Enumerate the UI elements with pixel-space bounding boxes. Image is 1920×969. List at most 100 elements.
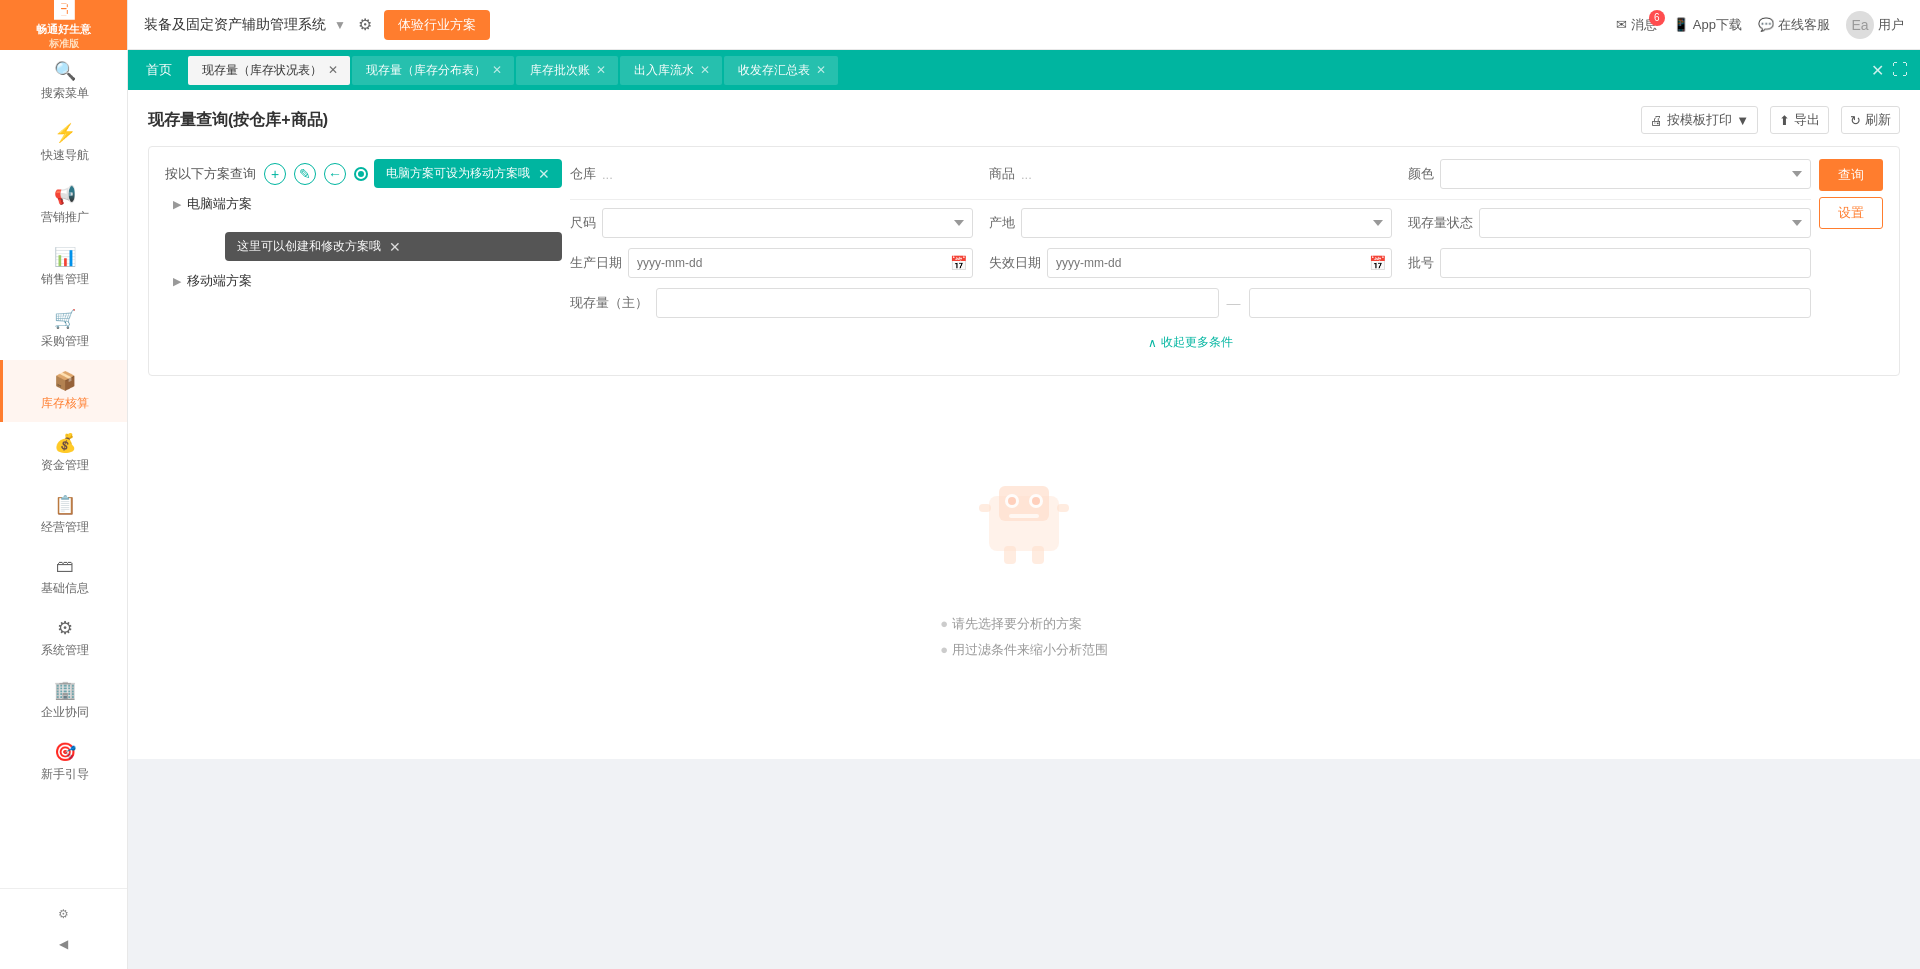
edit-schema-button[interactable]: ✎ <box>294 163 316 185</box>
svg-point-5 <box>1032 497 1040 505</box>
sidebar-item-tutorial[interactable]: 🎯 新手引导 <box>0 731 127 793</box>
tab-inventory-status-close[interactable]: ✕ <box>328 63 338 77</box>
sidebar-item-sales[interactable]: 📊 销售管理 <box>0 236 127 298</box>
goods-field: 商品 ... <box>989 159 1392 189</box>
online-support-label: 在线客服 <box>1778 16 1830 34</box>
size-select[interactable] <box>602 208 973 238</box>
user-item[interactable]: Ea 用户 <box>1846 11 1904 39</box>
mobile-schema-label: 移动端方案 <box>187 272 252 290</box>
marketing-icon: 📢 <box>54 184 76 206</box>
sidebar-item-label: 搜索菜单 <box>41 85 89 102</box>
sidebar-item-enterprise[interactable]: 🏢 企业协同 <box>0 669 127 731</box>
desktop-schema-node[interactable]: ▶ 电脑端方案 <box>173 192 562 216</box>
base-info-icon: 🗃 <box>56 556 74 577</box>
tab-inventory-status-label: 现存量（库存状况表） <box>202 62 322 79</box>
tooltip2-close-button[interactable]: ✕ <box>389 239 401 255</box>
add-schema-button[interactable]: + <box>264 163 286 185</box>
svg-rect-8 <box>1057 504 1069 512</box>
stock-main-to-input[interactable] <box>1249 288 1812 318</box>
tab-receive-summary[interactable]: 收发存汇总表 ✕ <box>724 56 838 85</box>
origin-field: 产地 <box>989 208 1392 238</box>
stock-main-label: 现存量（主） <box>570 294 648 312</box>
form-divider <box>570 199 1811 200</box>
sidebar-item-label: 库存核算 <box>41 395 89 412</box>
sidebar-item-operations[interactable]: 📋 经营管理 <box>0 484 127 546</box>
online-support-item[interactable]: 💬 在线客服 <box>1758 16 1830 34</box>
svg-rect-6 <box>1009 514 1039 518</box>
sidebar-settings[interactable]: ⚙ <box>0 899 127 929</box>
system-icon: ⚙ <box>57 617 73 639</box>
edit-icon: ✎ <box>299 166 311 182</box>
sidebar-item-marketing[interactable]: 📢 营销推广 <box>0 174 127 236</box>
page-actions: 🖨 按模板打印 ▼ ⬆ 导出 ↻ 刷新 <box>1641 106 1900 134</box>
tab-inout-flow-close[interactable]: ✕ <box>700 63 710 77</box>
tab-receive-summary-label: 收发存汇总表 <box>738 62 810 79</box>
tab-receive-summary-close[interactable]: ✕ <box>816 63 826 77</box>
tab-close-all-icon[interactable]: ✕ <box>1871 61 1884 80</box>
manufacture-date-calendar-icon[interactable]: 📅 <box>950 255 967 271</box>
sidebar: 🅱 畅通好生意 标准版 🔍 搜索菜单 ⚡ 快速导航 📢 营销推广 📊 销售管理 … <box>0 0 128 969</box>
tab-inventory-dist-close[interactable]: ✕ <box>492 63 502 77</box>
system-dropdown-arrow[interactable]: ▼ <box>334 18 346 32</box>
export-button[interactable]: ⬆ 导出 <box>1770 106 1829 134</box>
goods-label: 商品 <box>989 165 1015 183</box>
tab-inventory-dist-label: 现存量（库存分布表） <box>366 62 486 79</box>
origin-select[interactable] <box>1021 208 1392 238</box>
settings-gear-icon[interactable]: ⚙ <box>354 11 376 38</box>
mobile-schema-node[interactable]: ▶ 移动端方案 <box>173 269 562 293</box>
collapse-button[interactable]: ∧ 收起更多条件 <box>570 326 1811 353</box>
sidebar-item-finance[interactable]: 💰 资金管理 <box>0 422 127 484</box>
sidebar-bottom: ⚙ ◀ <box>0 888 127 969</box>
tooltip1-close-button[interactable]: ✕ <box>538 166 550 182</box>
color-select[interactable] <box>1440 159 1811 189</box>
filter-section: 按以下方案查询 + ✎ ← <box>148 146 1900 376</box>
page-title: 现存量查询(按仓库+商品) <box>148 110 328 131</box>
sidebar-item-purchase[interactable]: 🛒 采购管理 <box>0 298 127 360</box>
batch-input[interactable] <box>1440 248 1811 278</box>
message-item[interactable]: ✉ 消息 6 <box>1616 16 1657 34</box>
tab-home-label: 首页 <box>146 62 172 77</box>
schema-tree-mobile: ▶ 移动端方案 <box>173 269 562 293</box>
print-button[interactable]: 🖨 按模板打印 ▼ <box>1641 106 1758 134</box>
tab-expand-icon[interactable]: ⛶ <box>1892 61 1908 79</box>
tab-inout-flow[interactable]: 出入库流水 ✕ <box>620 56 722 85</box>
search-button[interactable]: 查询 <box>1819 159 1883 191</box>
stock-main-from-input[interactable] <box>656 288 1219 318</box>
enterprise-icon: 🏢 <box>54 679 76 701</box>
filter-header-row: 按以下方案查询 + ✎ ← <box>165 159 1883 353</box>
sidebar-item-base-info[interactable]: 🗃 基础信息 <box>0 546 127 607</box>
svg-point-4 <box>1008 497 1016 505</box>
empty-icon <box>964 456 1084 595</box>
content: 现存量查询(按仓库+商品) 🖨 按模板打印 ▼ ⬆ 导出 ↻ 刷新 <box>128 90 1920 969</box>
tab-batch-account[interactable]: 库存批次账 ✕ <box>516 56 618 85</box>
stock-status-select[interactable] <box>1479 208 1811 238</box>
tab-inout-flow-label: 出入库流水 <box>634 62 694 79</box>
quick-nav-icon: ⚡ <box>54 122 76 144</box>
sidebar-item-label: 营销推广 <box>41 209 89 226</box>
app-download-item[interactable]: 📱 App下载 <box>1673 16 1742 34</box>
brand-name: 畅通好生意 <box>36 22 91 37</box>
refresh-button[interactable]: ↻ 刷新 <box>1841 106 1900 134</box>
sidebar-item-inventory[interactable]: 📦 库存核算 <box>0 360 127 422</box>
sidebar-item-quick-nav[interactable]: ⚡ 快速导航 <box>0 112 127 174</box>
tab-batch-account-close[interactable]: ✕ <box>596 63 606 77</box>
sidebar-item-system[interactable]: ⚙ 系统管理 <box>0 607 127 669</box>
header-right: ✉ 消息 6 📱 App下载 💬 在线客服 Ea 用户 <box>1616 11 1904 39</box>
tab-inventory-status[interactable]: 现存量（库存状况表） ✕ <box>188 56 350 85</box>
sidebar-item-label: 新手引导 <box>41 766 89 783</box>
print-dropdown-icon: ▼ <box>1736 113 1749 128</box>
mobile-arrow-icon: ▶ <box>173 275 181 288</box>
tab-home[interactable]: 首页 <box>132 55 186 85</box>
reset-button[interactable]: 设置 <box>1819 197 1883 229</box>
sidebar-collapse[interactable]: ◀ <box>0 929 127 959</box>
tutorial-icon: 🎯 <box>54 741 76 763</box>
manufacture-date-input[interactable] <box>628 248 973 278</box>
expiry-date-input[interactable] <box>1047 248 1392 278</box>
back-schema-button[interactable]: ← <box>324 163 346 185</box>
tooltip1-text: 电脑方案可设为移动方案哦 <box>386 165 530 182</box>
trial-button[interactable]: 体验行业方案 <box>384 10 490 40</box>
sidebar-item-search-menu[interactable]: 🔍 搜索菜单 <box>0 50 127 112</box>
expiry-date-calendar-icon[interactable]: 📅 <box>1369 255 1386 271</box>
tab-inventory-dist[interactable]: 现存量（库存分布表） ✕ <box>352 56 514 85</box>
manufacture-date-wrapper: 📅 <box>628 248 973 278</box>
